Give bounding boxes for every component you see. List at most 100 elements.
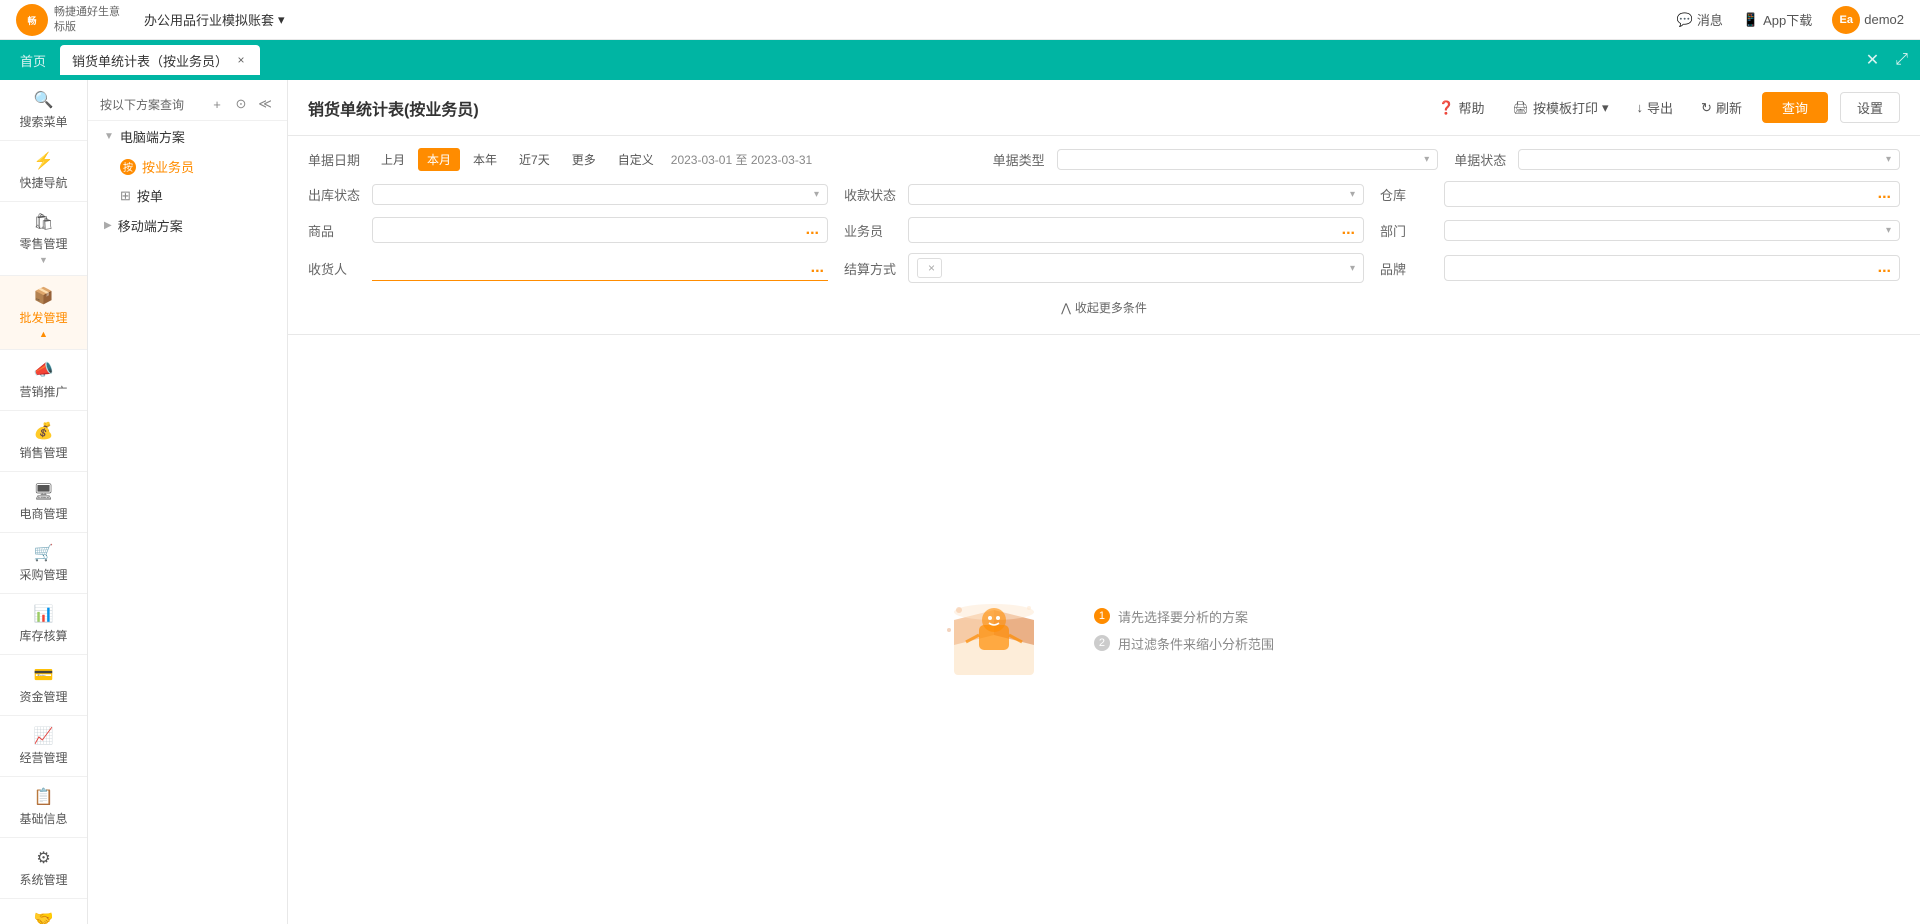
sidebar-item-search[interactable]: 🔍 搜索菜单 <box>0 80 87 141</box>
date-control: 上月 本月 本年 近7天 更多 自定义 2023-03-01 至 2023-03… <box>372 148 977 171</box>
dept-arrow-icon: ▾ <box>1886 225 1891 236</box>
message-btn[interactable]: 💬 消息 <box>1677 10 1723 29</box>
brand-input-area[interactable]: ... <box>1444 255 1900 281</box>
out-status-arrow-icon: ▾ <box>814 189 819 200</box>
tree-child-by-staff[interactable]: 按 按业务员 <box>88 152 287 181</box>
consignee-ellipsis-btn[interactable]: ... <box>811 260 824 276</box>
filter-payment-status: 收款状态 ▾ <box>844 184 1364 205</box>
sidebar-item-purchase[interactable]: 🛒 采购管理 <box>0 533 87 594</box>
sidebar-item-enterprise[interactable]: 🤝 企业协同 <box>0 899 87 924</box>
tree-label: 电脑端方案 <box>120 127 185 146</box>
sidebar-item-operation[interactable]: 📈 经营管理 <box>0 716 87 777</box>
app-selector[interactable]: 办公用品行业模拟账套 ▾ <box>136 6 293 33</box>
content-area: 按以下方案查询 + ⊙ ≪ ▼ 电脑端方案 按 按业务员 ⊞ 按单 <box>88 80 1920 924</box>
finance-icon: 💳 <box>34 665 54 685</box>
payment-tag-close-btn[interactable]: × <box>928 261 935 275</box>
page-actions: ❓ 帮助 🖨 按模板打印 ▾ ↓ 导出 ↻ 刷新 <box>1430 92 1900 123</box>
dept-label: 部门 <box>1380 221 1436 240</box>
doc-status-arrow-icon: ▾ <box>1886 154 1891 165</box>
step2-num: 2 <box>1094 635 1110 651</box>
tree-child-by-order[interactable]: ⊞ 按单 <box>88 181 287 210</box>
date-tab-this-month[interactable]: 本月 <box>418 148 460 171</box>
panel-settings-btn[interactable]: ⊙ <box>231 94 251 114</box>
sidebar-item-ecommerce[interactable]: 🖥 电商管理 <box>0 472 87 533</box>
goods-label: 商品 <box>308 221 364 240</box>
search-btn[interactable]: 查询 <box>1762 92 1828 123</box>
out-status-select[interactable]: ▾ <box>372 184 828 205</box>
filter-consignee: 收货人 ... <box>308 256 828 281</box>
inventory-icon: 📊 <box>34 604 54 624</box>
doc-status-select[interactable]: ▾ <box>1518 149 1900 170</box>
top-bar-right: 💬 消息 📱 App下载 Ea demo2 <box>1677 6 1904 34</box>
sidebar-item-inventory[interactable]: 📊 库存核算 <box>0 594 87 655</box>
date-tab-this-year[interactable]: 本年 <box>464 148 506 171</box>
tree-desktop[interactable]: ▼ 电脑端方案 <box>88 121 287 152</box>
date-range-text: 2023-03-01 至 2023-03-31 <box>671 151 812 168</box>
tab-sales-stat[interactable]: 销货单统计表（按业务员） × <box>60 45 260 75</box>
filter-area: 单据日期 上月 本月 本年 近7天 更多 自定义 2023-03-01 至 20… <box>288 136 1920 335</box>
close-window-btn[interactable]: ✕ <box>1862 46 1883 74</box>
filter-row-3: 商品 ... 业务员 ... 部门 <box>308 217 1900 243</box>
wholesale-arrow-icon: ▲ <box>39 329 48 339</box>
app-download-btn[interactable]: 📱 App下载 <box>1743 10 1812 29</box>
panel-collapse-btn[interactable]: ≪ <box>255 94 275 114</box>
refresh-btn[interactable]: ↻ 刷新 <box>1693 94 1750 121</box>
payment-method-select[interactable]: × ▾ <box>908 253 1364 283</box>
enterprise-icon: 🤝 <box>34 909 54 924</box>
tree-mobile[interactable]: ▶ 移动端方案 <box>88 210 287 241</box>
svg-text:畅: 畅 <box>27 15 36 26</box>
date-tab-more[interactable]: 更多 <box>563 148 605 171</box>
search-icon: 🔍 <box>34 90 54 110</box>
panel-add-btn[interactable]: + <box>207 94 227 114</box>
refresh-icon: ↻ <box>1701 100 1712 116</box>
basic-icon: 📋 <box>34 787 54 807</box>
sidebar-item-finance[interactable]: 💳 资金管理 <box>0 655 87 716</box>
empty-illustration <box>934 570 1054 690</box>
tab-close-btn[interactable]: × <box>234 53 248 67</box>
retail-arrow-icon: ▼ <box>39 255 48 265</box>
export-btn[interactable]: ↓ 导出 <box>1629 94 1682 121</box>
staff-ellipsis-btn[interactable]: ... <box>1342 222 1355 238</box>
goods-ellipsis-btn[interactable]: ... <box>806 222 819 238</box>
date-tab-last-month[interactable]: 上月 <box>372 148 414 171</box>
collapse-icon: ⋀ <box>1061 301 1071 315</box>
consignee-input-area[interactable]: ... <box>372 256 828 281</box>
collapse-filters-btn[interactable]: ⋀ 收起更多条件 <box>308 293 1900 322</box>
date-tab-last-7[interactable]: 近7天 <box>510 148 559 171</box>
dropdown-arrow-icon: ▾ <box>278 12 285 28</box>
empty-step-1: 1 请先选择要分析的方案 <box>1094 607 1274 626</box>
message-icon: 💬 <box>1677 12 1693 28</box>
payment-method-label: 结算方式 <box>844 259 900 278</box>
doc-type-select[interactable]: ▾ <box>1057 149 1439 170</box>
tab-home[interactable]: 首页 <box>8 45 58 75</box>
sidebar-item-shortcut[interactable]: ⚡ 快捷导航 <box>0 141 87 202</box>
sidebar-item-wholesale[interactable]: 📦 批发管理 ▲ <box>0 276 87 350</box>
page-header: 销货单统计表(按业务员) ❓ 帮助 🖨 按模板打印 ▾ ↓ 导出 <box>288 80 1920 136</box>
dept-select[interactable]: ▾ <box>1444 220 1900 241</box>
print-dropdown-icon: ▾ <box>1602 100 1609 116</box>
sidebar-item-sales[interactable]: 💰 销售管理 <box>0 411 87 472</box>
out-status-label: 出库状态 <box>308 185 364 204</box>
sidebar-item-marketing[interactable]: 📣 营销推广 <box>0 350 87 411</box>
staff-input-area[interactable]: ... <box>908 217 1364 243</box>
expand-window-btn[interactable]: ⤢ <box>1891 47 1912 73</box>
tree-icon-by-staff: 按 <box>120 159 136 175</box>
print-btn[interactable]: 🖨 按模板打印 ▾ <box>1504 94 1616 121</box>
date-tab-custom[interactable]: 自定义 <box>609 148 663 171</box>
help-btn[interactable]: ❓ 帮助 <box>1430 94 1492 121</box>
doc-type-arrow-icon: ▾ <box>1424 154 1429 165</box>
settings-btn[interactable]: 设置 <box>1840 92 1900 123</box>
top-bar: 畅 畅捷通好生意 标版 办公用品行业模拟账套 ▾ 💬 消息 📱 App下载 Ea… <box>0 0 1920 40</box>
goods-input-area[interactable]: ... <box>372 217 828 243</box>
brand-ellipsis-btn[interactable]: ... <box>1878 260 1891 276</box>
sidebar-item-system[interactable]: ⚙ 系统管理 <box>0 838 87 899</box>
logo-text: 畅捷通好生意 标版 <box>54 5 120 34</box>
warehouse-label: 仓库 <box>1380 185 1436 204</box>
payment-status-select[interactable]: ▾ <box>908 184 1364 205</box>
user-profile[interactable]: Ea demo2 <box>1832 6 1904 34</box>
sidebar-item-retail[interactable]: 🛍 零售管理 ▼ <box>0 202 87 276</box>
consignee-input[interactable] <box>376 260 811 275</box>
warehouse-ellipsis-btn[interactable]: ... <box>1878 186 1891 202</box>
sidebar-item-basic[interactable]: 📋 基础信息 <box>0 777 87 838</box>
warehouse-input-area[interactable]: ... <box>1444 181 1900 207</box>
